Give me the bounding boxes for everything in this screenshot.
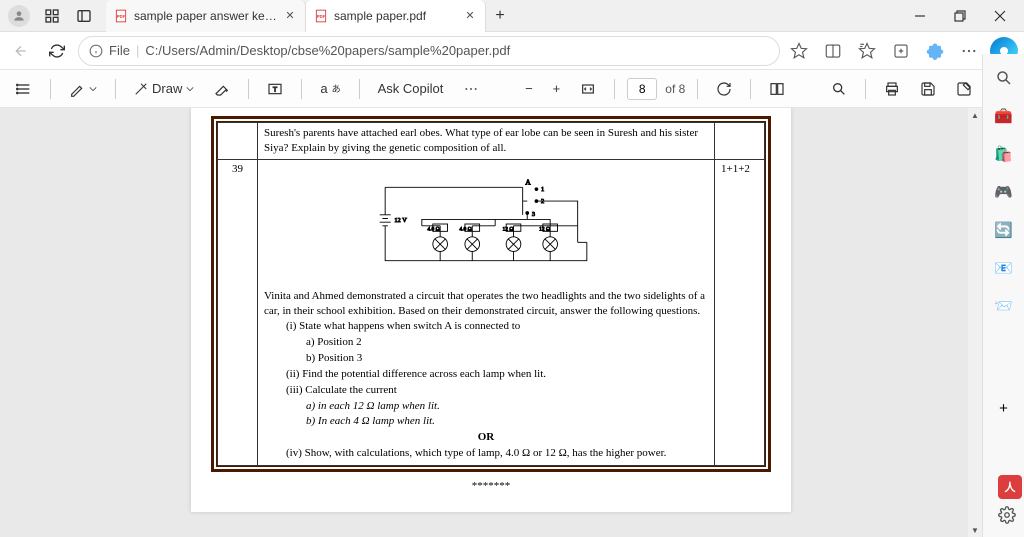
tab-inactive[interactable]: PDF sample paper answer key.pdf ✕ <box>106 0 306 32</box>
minimize-button[interactable] <box>900 0 940 32</box>
tab-strip: PDF sample paper answer key.pdf ✕ PDF sa… <box>106 0 514 32</box>
svg-text:PDF: PDF <box>117 13 126 18</box>
new-tab-button[interactable]: + <box>486 0 514 32</box>
draw-button[interactable]: Draw <box>128 74 200 104</box>
end-marker: ******* <box>211 480 771 492</box>
url-box[interactable]: File | C:/Users/Admin/Desktop/cbse%20pap… <box>78 36 780 66</box>
erase-icon[interactable] <box>208 74 236 104</box>
collections-icon[interactable] <box>888 38 914 64</box>
address-bar: File | C:/Users/Admin/Desktop/cbse%20pap… <box>0 32 1024 70</box>
send-sidebar-icon[interactable]: 📨 <box>992 294 1016 318</box>
refresh-button[interactable] <box>42 36 72 66</box>
fit-icon[interactable] <box>574 74 602 104</box>
text-icon[interactable]: T <box>261 74 289 104</box>
svg-text:T: T <box>273 86 277 93</box>
part-i-b: b) Position 3 <box>306 351 708 366</box>
add-sidebar-icon[interactable]: + <box>992 396 1016 420</box>
save-as-icon[interactable] <box>950 74 978 104</box>
contents-icon[interactable] <box>10 74 38 104</box>
split-screen-icon[interactable] <box>820 38 846 64</box>
titlebar-left <box>4 2 98 30</box>
svg-text:4.0 Ω: 4.0 Ω <box>459 226 471 232</box>
svg-text:12 Ω: 12 Ω <box>539 226 550 232</box>
save-icon[interactable] <box>914 74 942 104</box>
highlight-dropdown[interactable] <box>63 74 103 104</box>
question-table: Suresh's parents have attached earl obes… <box>217 122 765 466</box>
pdf-icon: PDF <box>314 9 328 23</box>
pdf-icon: PDF <box>114 9 128 23</box>
read-aloud-icon[interactable]: aあ <box>314 74 346 104</box>
close-button[interactable] <box>980 0 1020 32</box>
favorite-icon[interactable] <box>786 38 812 64</box>
svg-text:12 V: 12 V <box>394 217 407 224</box>
zoom-out-icon[interactable]: − <box>519 74 539 104</box>
tab-title: sample paper answer key.pdf <box>134 9 277 23</box>
toolbar-more-icon[interactable] <box>457 74 485 104</box>
svg-text:3: 3 <box>532 210 535 217</box>
marks: 1+1+2 <box>715 159 765 465</box>
url-prefix: File <box>109 43 130 58</box>
svg-text:12 Ω: 12 Ω <box>503 226 514 232</box>
scroll-down-icon[interactable]: ▼ <box>968 523 982 537</box>
pdf-page: Suresh's parents have attached earl obes… <box>191 108 791 512</box>
outlook-sidebar-icon[interactable]: 📧 <box>992 256 1016 280</box>
more-icon[interactable] <box>956 38 982 64</box>
question-intro: Vinita and Ahmed demonstrated a circuit … <box>264 289 708 319</box>
scroll-up-icon[interactable]: ▲ <box>968 108 982 122</box>
part-iii-b: b) In each 4 Ω lamp when lit. <box>306 414 708 429</box>
tab-actions-icon[interactable] <box>70 2 98 30</box>
print-icon[interactable] <box>878 74 906 104</box>
part-iii-a: a) in each 12 Ω lamp when lit. <box>306 399 708 414</box>
zoom-in-icon[interactable]: + <box>547 74 567 104</box>
favorites-list-icon[interactable] <box>854 38 880 64</box>
prev-question-tail: Suresh's parents have attached earl obes… <box>258 123 715 160</box>
tab-active[interactable]: PDF sample paper.pdf ✕ <box>306 0 486 32</box>
tab-close-icon[interactable]: ✕ <box>463 9 477 23</box>
part-iv: (iv) Show, with calculations, which type… <box>286 446 708 461</box>
search-sidebar-icon[interactable] <box>992 66 1016 90</box>
maximize-button[interactable] <box>940 0 980 32</box>
svg-text:PDF: PDF <box>317 13 326 18</box>
window-controls <box>900 0 1020 32</box>
refresh-sidebar-icon[interactable]: 🔄 <box>992 218 1016 242</box>
page-navigation: − + of 8 <box>519 74 791 104</box>
page-view-icon[interactable] <box>763 74 791 104</box>
part-ii: (ii) Find the potential difference acros… <box>286 367 708 382</box>
games-sidebar-icon[interactable]: 🎮 <box>992 180 1016 204</box>
pdf-float-icon[interactable]: 人 <box>998 475 1022 499</box>
back-button[interactable] <box>6 36 36 66</box>
tab-close-icon[interactable]: ✕ <box>283 9 297 23</box>
or-separator: OR <box>264 430 708 445</box>
page-number-input[interactable] <box>627 78 657 100</box>
edge-sidebar: 🧰 🛍️ 🎮 🔄 📧 📨 + <box>982 54 1024 537</box>
profile-avatar[interactable] <box>8 5 30 27</box>
circuit-diagram: A 1 2 3 12 V 4.0 Ω <box>264 163 708 289</box>
part-i-a: a) Position 2 <box>306 335 708 350</box>
rotate-icon[interactable] <box>710 74 738 104</box>
tools-sidebar-icon[interactable]: 🧰 <box>992 104 1016 128</box>
vertical-scrollbar[interactable]: ▲ ▼ <box>968 108 982 537</box>
part-i: (i) State what happens when switch A is … <box>286 319 708 334</box>
page-total: of 8 <box>665 82 685 96</box>
svg-text:1: 1 <box>541 186 544 193</box>
search-icon[interactable] <box>825 74 853 104</box>
extension-icon[interactable] <box>922 38 948 64</box>
part-iii: (iii) Calculate the current <box>286 383 708 398</box>
info-icon <box>89 44 103 58</box>
ask-copilot-button[interactable]: Ask Copilot <box>372 74 450 104</box>
pdf-toolbar: Draw T aあ Ask Copilot − + of 8 <box>0 70 1024 108</box>
shopping-sidebar-icon[interactable]: 🛍️ <box>992 142 1016 166</box>
question-number: 39 <box>218 159 258 465</box>
titlebar: PDF sample paper answer key.pdf ✕ PDF sa… <box>0 0 1024 32</box>
workspaces-icon[interactable] <box>38 2 66 30</box>
tab-title: sample paper.pdf <box>334 9 457 23</box>
svg-text:4.0 Ω: 4.0 Ω <box>427 226 439 232</box>
url-path: C:/Users/Admin/Desktop/cbse%20papers/sam… <box>145 43 769 58</box>
settings-gear-icon[interactable] <box>998 506 1016 529</box>
svg-text:A: A <box>525 177 531 186</box>
pdf-viewport[interactable]: Suresh's parents have attached earl obes… <box>0 108 982 537</box>
